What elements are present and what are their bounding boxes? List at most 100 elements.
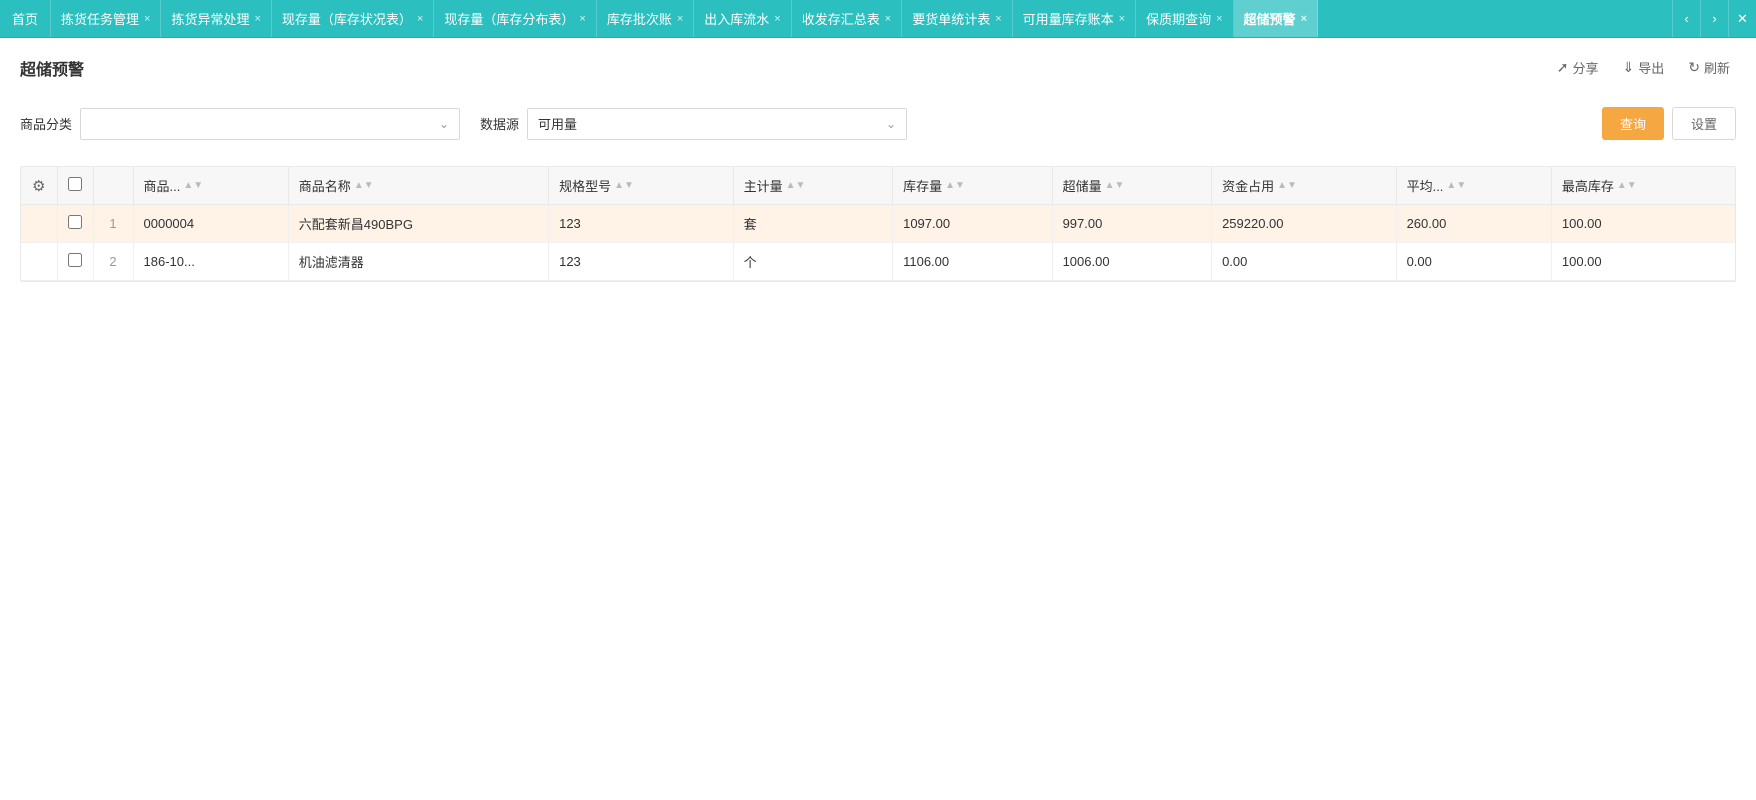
row-overstock-qty: 997.00 bbox=[1052, 205, 1211, 243]
th-max-stock[interactable]: 最高库存 ▲▼ bbox=[1551, 167, 1735, 205]
nav-close-order-stat[interactable]: × bbox=[995, 13, 1001, 25]
category-label: 商品分类 bbox=[20, 114, 72, 133]
nav-item-batch[interactable]: 库存批次账 × bbox=[597, 0, 694, 38]
row-number: 1 bbox=[93, 205, 133, 243]
nav-item-stock-dist[interactable]: 现存量（库存分布表） × bbox=[434, 0, 596, 38]
datasource-select-value: 可用量 bbox=[538, 114, 577, 133]
row-capital: 259220.00 bbox=[1212, 205, 1397, 243]
th-overstock-qty[interactable]: 超储量 ▲▼ bbox=[1052, 167, 1211, 205]
nav-close-task-mgmt[interactable]: × bbox=[144, 13, 150, 25]
nav-more-arrow[interactable]: ✕ bbox=[1728, 0, 1756, 38]
page-actions: ➚ 分享 ⇓ 导出 ↻ 刷新 bbox=[1551, 54, 1736, 81]
nav-item-stock-status[interactable]: 现存量（库存状况表） × bbox=[272, 0, 434, 38]
nav-close-abnormal[interactable]: × bbox=[254, 13, 260, 25]
nav-close-available[interactable]: × bbox=[1119, 13, 1125, 25]
nav-item-inout-flow[interactable]: 出入库流水 × bbox=[694, 0, 791, 38]
sort-max-stock-icon: ▲▼ bbox=[1617, 181, 1637, 191]
row-checkbox-cell[interactable] bbox=[57, 205, 93, 243]
nav-close-quality[interactable]: × bbox=[1216, 13, 1222, 25]
row-overstock-qty: 1006.00 bbox=[1052, 243, 1211, 281]
row-checkbox-1[interactable] bbox=[68, 253, 82, 267]
datasource-label: 数据源 bbox=[480, 114, 519, 133]
nav-item-task-mgmt[interactable]: 拣货任务管理 × bbox=[51, 0, 161, 38]
row-product-name: 机油滤清器 bbox=[288, 243, 548, 281]
overstock-table: ⚙ 商品... ▲▼ 商品名称 bbox=[21, 167, 1735, 281]
row-max-stock: 100.00 bbox=[1551, 243, 1735, 281]
nav-home[interactable]: 首页 bbox=[0, 0, 51, 38]
page-content: 超储预警 ➚ 分享 ⇓ 导出 ↻ 刷新 商品分类 ⌄ 数据源 bbox=[0, 38, 1756, 800]
refresh-button[interactable]: ↻ 刷新 bbox=[1682, 54, 1736, 81]
nav-close-overstock[interactable]: × bbox=[1301, 13, 1307, 25]
th-product-code[interactable]: 商品... ▲▼ bbox=[133, 167, 288, 205]
row-product-name: 六配套新昌490BPG bbox=[288, 205, 548, 243]
row-stock-qty: 1097.00 bbox=[893, 205, 1052, 243]
th-product-name[interactable]: 商品名称 ▲▼ bbox=[288, 167, 548, 205]
nav-prev-arrow[interactable]: ‹ bbox=[1672, 0, 1700, 38]
row-checkbox-0[interactable] bbox=[68, 215, 82, 229]
row-checkbox-cell[interactable] bbox=[57, 243, 93, 281]
gear-icon[interactable]: ⚙ bbox=[32, 178, 45, 195]
nav-item-quality[interactable]: 保质期查询 × bbox=[1136, 0, 1233, 38]
th-capital[interactable]: 资金占用 ▲▼ bbox=[1212, 167, 1397, 205]
table-row: 1 0000004 六配套新昌490BPG 123 套 1097.00 997.… bbox=[21, 205, 1735, 243]
nav-item-overstock[interactable]: 超储预警 × bbox=[1234, 0, 1318, 38]
table-body: 1 0000004 六配套新昌490BPG 123 套 1097.00 997.… bbox=[21, 205, 1735, 281]
row-capital: 0.00 bbox=[1212, 243, 1397, 281]
th-rownum bbox=[93, 167, 133, 205]
row-avg: 0.00 bbox=[1396, 243, 1551, 281]
table-header-row: ⚙ 商品... ▲▼ 商品名称 bbox=[21, 167, 1735, 205]
filter-actions: 查询 设置 bbox=[1602, 107, 1736, 140]
nav-close-inout-flow[interactable]: × bbox=[774, 13, 780, 25]
nav-item-recv-send[interactable]: 收发存汇总表 × bbox=[792, 0, 902, 38]
sort-stock-qty-icon: ▲▼ bbox=[945, 181, 965, 191]
share-button[interactable]: ➚ 分享 bbox=[1551, 54, 1605, 81]
th-gear: ⚙ bbox=[21, 167, 57, 205]
row-max-stock: 100.00 bbox=[1551, 205, 1735, 243]
row-avg: 260.00 bbox=[1396, 205, 1551, 243]
nav-item-abnormal[interactable]: 拣货异常处理 × bbox=[161, 0, 271, 38]
nav-item-available[interactable]: 可用量库存账本 × bbox=[1013, 0, 1136, 38]
nav-arrows: ‹ › ✕ bbox=[1672, 0, 1756, 38]
nav-close-stock-status[interactable]: × bbox=[417, 13, 423, 25]
sort-capital-icon: ▲▼ bbox=[1277, 181, 1297, 191]
export-button[interactable]: ⇓ 导出 bbox=[1617, 54, 1671, 81]
share-icon: ➚ bbox=[1557, 59, 1569, 76]
th-unit[interactable]: 主计量 ▲▼ bbox=[733, 167, 892, 205]
row-unit: 个 bbox=[733, 243, 892, 281]
data-table: ⚙ 商品... ▲▼ 商品名称 bbox=[20, 166, 1736, 282]
row-spec: 123 bbox=[549, 205, 734, 243]
datasource-filter: 数据源 可用量 ⌄ bbox=[480, 108, 907, 140]
nav-close-recv-send[interactable]: × bbox=[885, 13, 891, 25]
nav-item-order-stat[interactable]: 要货单统计表 × bbox=[902, 0, 1012, 38]
nav-next-arrow[interactable]: › bbox=[1700, 0, 1728, 38]
th-avg[interactable]: 平均... ▲▼ bbox=[1396, 167, 1551, 205]
row-spec: 123 bbox=[549, 243, 734, 281]
sort-overstock-qty-icon: ▲▼ bbox=[1105, 181, 1125, 191]
row-product-code: 0000004 bbox=[133, 205, 288, 243]
select-all-checkbox[interactable] bbox=[68, 177, 82, 191]
sort-avg-icon: ▲▼ bbox=[1446, 181, 1466, 191]
settings-button[interactable]: 设置 bbox=[1672, 107, 1736, 140]
th-spec[interactable]: 规格型号 ▲▼ bbox=[549, 167, 734, 205]
row-gear-cell bbox=[21, 205, 57, 243]
row-product-code: 186-10... bbox=[133, 243, 288, 281]
export-icon: ⇓ bbox=[1623, 59, 1635, 76]
refresh-icon: ↻ bbox=[1688, 59, 1700, 76]
table-row: 2 186-10... 机油滤清器 123 个 1106.00 1006.00 … bbox=[21, 243, 1735, 281]
row-gear-cell bbox=[21, 243, 57, 281]
th-stock-qty[interactable]: 库存量 ▲▼ bbox=[893, 167, 1052, 205]
row-stock-qty: 1106.00 bbox=[893, 243, 1052, 281]
category-filter: 商品分类 ⌄ bbox=[20, 108, 460, 140]
query-button[interactable]: 查询 bbox=[1602, 107, 1664, 140]
nav-close-stock-dist[interactable]: × bbox=[579, 13, 585, 25]
row-number: 2 bbox=[93, 243, 133, 281]
page-header: 超储预警 ➚ 分享 ⇓ 导出 ↻ 刷新 bbox=[20, 54, 1736, 81]
category-select[interactable]: ⌄ bbox=[80, 108, 460, 140]
sort-unit-icon: ▲▼ bbox=[786, 181, 806, 191]
sort-product-name-icon: ▲▼ bbox=[354, 181, 374, 191]
top-navigation: 首页 拣货任务管理 × 拣货异常处理 × 现存量（库存状况表） × 现存量（库存… bbox=[0, 0, 1756, 38]
nav-close-batch[interactable]: × bbox=[677, 13, 683, 25]
datasource-dropdown-arrow: ⌄ bbox=[886, 117, 896, 131]
datasource-select[interactable]: 可用量 ⌄ bbox=[527, 108, 907, 140]
row-unit: 套 bbox=[733, 205, 892, 243]
